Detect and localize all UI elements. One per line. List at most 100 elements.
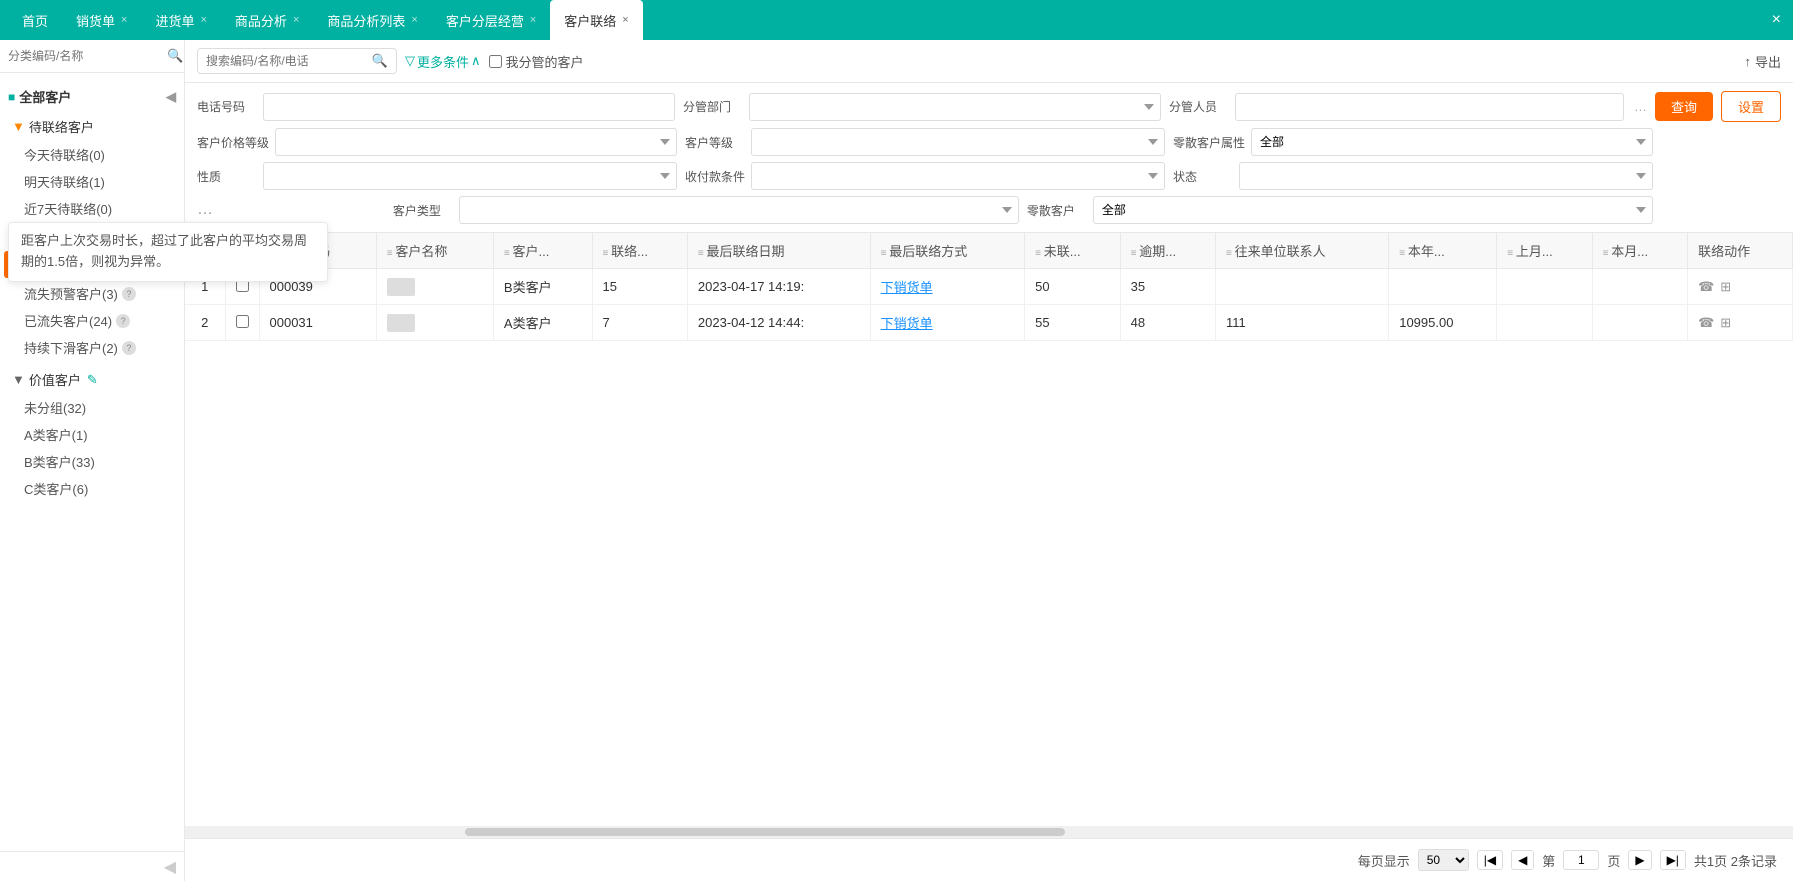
nature-select[interactable] <box>263 162 677 190</box>
payment-select[interactable] <box>751 162 1165 190</box>
sidebar-item-churn-warning[interactable]: 流失预警客户(3) ? <box>0 280 184 307</box>
price-level-select[interactable] <box>275 128 677 156</box>
filter-phone: 电话号码 <box>197 93 675 121</box>
close-icon[interactable]: × <box>622 14 628 26</box>
nav-sales-order[interactable]: 销货单 × <box>62 0 141 40</box>
query-button[interactable]: 查询 <box>1655 92 1713 121</box>
row-year-amount <box>1389 269 1497 305</box>
nav-customer-contact[interactable]: 客户联络 × <box>550 0 642 40</box>
customer-level-select[interactable] <box>751 128 1165 156</box>
edit-icon[interactable]: ✎ <box>87 372 98 388</box>
last-page-button[interactable]: ▶| <box>1660 850 1686 870</box>
arrow-icon: ▼ <box>12 119 25 134</box>
retail-customer-select[interactable]: 全部 <box>1093 196 1653 224</box>
help-icon: ? <box>122 341 136 355</box>
tree-section-pending-contact[interactable]: ▼ 待联络客户 <box>0 112 184 141</box>
th-last-contact-method[interactable]: 最后联络方式 <box>870 233 1025 269</box>
next-page-button[interactable]: ▶ <box>1628 850 1651 870</box>
row-last-contact-method: 下销货单 <box>870 305 1025 341</box>
close-icon[interactable]: × <box>530 14 536 26</box>
close-icon[interactable]: × <box>293 14 299 26</box>
close-icon[interactable]: × <box>411 14 417 26</box>
help-icon: ? <box>116 314 130 328</box>
setup-button[interactable]: 设置 <box>1721 91 1781 122</box>
retail-attr-select[interactable]: 全部 <box>1251 128 1653 156</box>
more-action-icon[interactable]: ⊞ <box>1720 279 1731 295</box>
filter-status: 状态 <box>1173 162 1653 190</box>
row-last-contact-date: 2023-04-12 14:44: <box>687 305 870 341</box>
th-type[interactable]: 客户... <box>493 233 592 269</box>
th-this-month[interactable]: 本月... <box>1592 233 1687 269</box>
close-icon[interactable]: × <box>121 14 127 26</box>
nav-product-analysis-list[interactable]: 商品分析列表 × <box>313 0 431 40</box>
th-overdue[interactable]: 逾期... <box>1120 233 1215 269</box>
prev-page-button[interactable]: ◀ <box>1511 850 1534 870</box>
sidebar-item-today-contact[interactable]: 今天待联络(0) <box>0 141 184 168</box>
help-icon: ? <box>122 287 136 301</box>
row-this-month <box>1592 269 1687 305</box>
sidebar-item-c-class[interactable]: C类客户(6) <box>0 475 184 502</box>
scrollbar-thumb[interactable] <box>465 828 1065 836</box>
my-customers-checkbox[interactable]: 我分管的客户 <box>489 52 584 71</box>
my-customers-check[interactable] <box>489 55 502 68</box>
sidebar-item-b-class[interactable]: B类客户(33) <box>0 448 184 475</box>
more-dots[interactable]: … <box>1634 99 1647 114</box>
th-contact-count[interactable]: 联络... <box>592 233 687 269</box>
phone-input[interactable] <box>263 93 675 121</box>
arrow-icon: ▼ <box>12 372 25 387</box>
search-input[interactable] <box>206 54 368 68</box>
sidebar-item-declining[interactable]: 持续下滑客户(2) ? <box>0 334 184 361</box>
nav-purchase-order[interactable]: 进货单 × <box>141 0 220 40</box>
export-button[interactable]: ↑ 导出 <box>1744 52 1781 71</box>
sidebar-item-ungroup[interactable]: 未分组(32) <box>0 394 184 421</box>
first-page-button[interactable]: |◀ <box>1477 850 1503 870</box>
customer-type-select[interactable] <box>459 196 1019 224</box>
sidebar: 🔍 ■ 全部客户 ◀ ▼ 待联络客户 今天待联络(0) 明天待联络(1) 近7天… <box>0 40 185 881</box>
page-number-input[interactable] <box>1563 850 1599 870</box>
sidebar-collapse-icon[interactable]: ◀ <box>164 857 176 877</box>
horizontal-scrollbar[interactable] <box>185 826 1793 838</box>
contact-icon[interactable]: ☎ <box>1698 279 1714 295</box>
th-year-amount[interactable]: 本年... <box>1389 233 1497 269</box>
sidebar-search-input[interactable] <box>8 49 163 63</box>
th-name[interactable]: 客户名称 <box>376 233 493 269</box>
sidebar-item-7days-contact[interactable]: 近7天待联络(0) <box>0 195 184 222</box>
row-overdue: 48 <box>1120 305 1215 341</box>
row-select-checkbox[interactable] <box>236 315 249 328</box>
tree-root-all-customers[interactable]: ■ 全部客户 ◀ <box>0 81 184 112</box>
more-conditions-button[interactable]: ▽ 更多条件 ∧ <box>405 52 481 71</box>
sidebar-bottom: ◀ <box>0 851 184 881</box>
more-dots-icon[interactable]: … <box>197 201 213 219</box>
nav-home[interactable]: 首页 <box>8 0 62 40</box>
dept-select[interactable] <box>749 93 1161 121</box>
sidebar-item-churned[interactable]: 已流失客户(24) ? <box>0 307 184 334</box>
filter-row-1: 电话号码 分管部门 分管人员 … 查询 设置 <box>197 91 1781 122</box>
tooltip-box: 距客户上次交易时长，超过了此客户的平均交易周期的1.5倍，则视为异常。 <box>185 222 328 282</box>
collapse-icon[interactable]: ◀ <box>166 89 176 105</box>
th-last-contact-date[interactable]: 最后联络日期 <box>687 233 870 269</box>
th-action: 联络动作 <box>1688 233 1793 269</box>
nav-customer-tier[interactable]: 客户分层经营 × <box>432 0 550 40</box>
tree-section-value-customer[interactable]: ▼ 价值客户 ✎ <box>0 365 184 394</box>
window-close-button[interactable]: × <box>1772 11 1781 29</box>
sidebar-item-tomorrow-contact[interactable]: 明天待联络(1) <box>0 168 184 195</box>
filter-row-4: … 客户类型 零散客户 全部 <box>197 196 1781 224</box>
th-no-contact[interactable]: 未联... <box>1025 233 1120 269</box>
action-icon-group: ☎ ⊞ <box>1698 315 1782 331</box>
more-action-icon[interactable]: ⊞ <box>1720 315 1731 331</box>
close-icon[interactable]: × <box>200 14 206 26</box>
row-checkbox[interactable] <box>225 305 259 341</box>
contact-icon[interactable]: ☎ <box>1698 315 1714 331</box>
filter-dept: 分管部门 <box>683 93 1161 121</box>
per-page-select[interactable]: 50 100 200 <box>1418 849 1469 871</box>
sidebar-item-a-class[interactable]: A类客户(1) <box>0 421 184 448</box>
th-contact-person[interactable]: 往来单位联系人 <box>1216 233 1389 269</box>
manager-input[interactable] <box>1235 93 1624 121</box>
filter-nature: 性质 <box>197 162 677 190</box>
status-select[interactable] <box>1239 162 1653 190</box>
nav-product-analysis[interactable]: 商品分析 × <box>221 0 313 40</box>
search-icon[interactable]: 🔍 <box>372 53 388 69</box>
th-last-month[interactable]: 上月... <box>1497 233 1592 269</box>
search-box: 🔍 <box>197 48 397 74</box>
search-icon[interactable]: 🔍 <box>167 48 183 64</box>
